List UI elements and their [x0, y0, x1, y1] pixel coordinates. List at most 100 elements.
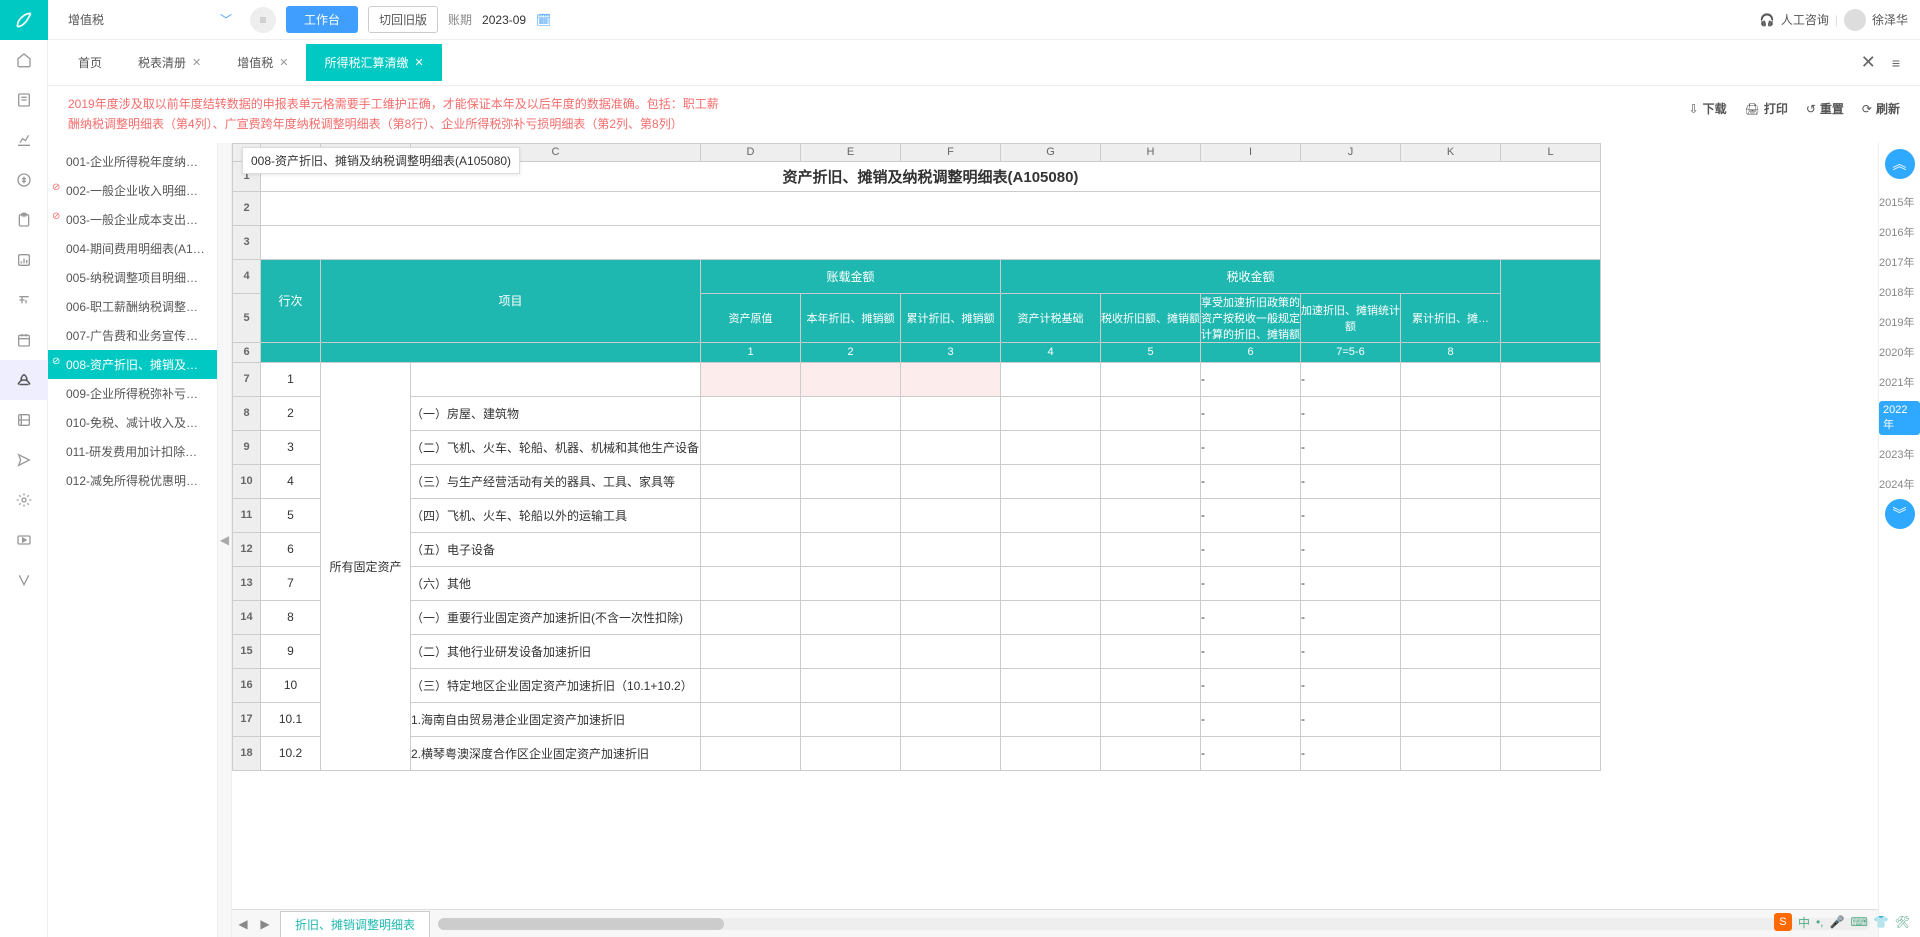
nav-doc-icon[interactable]	[0, 80, 48, 120]
cell[interactable]	[801, 498, 901, 532]
cell[interactable]	[1001, 498, 1101, 532]
sheet-nav-prev[interactable]: ▶	[254, 917, 276, 931]
cell[interactable]	[1001, 600, 1101, 634]
cell-rownum[interactable]: 9	[261, 634, 321, 668]
cell[interactable]: -	[1201, 668, 1301, 702]
period-value[interactable]: 2023-09	[482, 13, 526, 27]
col-header[interactable]: H	[1101, 143, 1201, 161]
h-scrollbar[interactable]	[438, 918, 1870, 930]
cell[interactable]	[1401, 566, 1501, 600]
tab-税表清册[interactable]: 税表清册✕	[120, 44, 219, 81]
cell[interactable]: -	[1201, 362, 1301, 396]
spreadsheet[interactable]: ABCDEFGHIJKL1资产折旧、摊销及纳税调整明细表(A105080)234…	[232, 143, 1878, 909]
nav-chart-icon[interactable]	[0, 120, 48, 160]
cell[interactable]	[701, 532, 801, 566]
avatar[interactable]	[1844, 9, 1866, 31]
cell[interactable]	[801, 362, 901, 396]
cell[interactable]: -	[1201, 702, 1301, 736]
cell[interactable]	[901, 532, 1001, 566]
list-item[interactable]: 002-一般企业收入明细表(A1…	[48, 176, 217, 205]
cell[interactable]	[1101, 396, 1201, 430]
cell[interactable]	[1001, 532, 1101, 566]
cell[interactable]	[901, 736, 1001, 770]
ime-keyboard-icon[interactable]: ⌨	[1850, 915, 1867, 929]
cell[interactable]: -	[1201, 430, 1301, 464]
col-header[interactable]: G	[1001, 143, 1101, 161]
cell[interactable]	[1001, 362, 1101, 396]
col-header[interactable]: K	[1401, 143, 1501, 161]
cell[interactable]	[1101, 736, 1201, 770]
col-header[interactable]: F	[901, 143, 1001, 161]
cell-item[interactable]: （一）房屋、建筑物	[411, 396, 701, 430]
cell[interactable]	[1001, 430, 1101, 464]
cell[interactable]: -	[1301, 634, 1401, 668]
cell[interactable]: -	[1201, 600, 1301, 634]
cell[interactable]	[1401, 396, 1501, 430]
year-up-icon[interactable]: ︽	[1885, 149, 1915, 179]
nav-settings-icon[interactable]	[0, 480, 48, 520]
cell[interactable]	[1101, 362, 1201, 396]
col-header[interactable]: D	[701, 143, 801, 161]
cell[interactable]: -	[1301, 498, 1401, 532]
year-2023年[interactable]: 2023年	[1879, 439, 1920, 469]
cell[interactable]: -	[1301, 532, 1401, 566]
cell[interactable]	[701, 396, 801, 430]
year-2019年[interactable]: 2019年	[1879, 307, 1920, 337]
cell[interactable]	[1401, 464, 1501, 498]
menu-icon[interactable]: ≡	[1884, 55, 1908, 71]
calendar-icon[interactable]: 🗓	[536, 13, 551, 27]
col-header[interactable]: I	[1201, 143, 1301, 161]
cell-item[interactable]: （一）重要行业固定资产加速折旧(不含一次性扣除)	[411, 600, 701, 634]
cell[interactable]	[1101, 566, 1201, 600]
cell[interactable]	[701, 702, 801, 736]
list-item[interactable]: 008-资产折旧、摊销及纳税…	[48, 350, 217, 379]
cell[interactable]	[1101, 464, 1201, 498]
close-icon[interactable]: ✕	[192, 56, 201, 69]
ime-tool-icon[interactable]: 🛠	[1895, 915, 1910, 929]
cell-rownum[interactable]: 2	[261, 396, 321, 430]
cell[interactable]: -	[1301, 668, 1401, 702]
workbench-button[interactable]: 工作台	[286, 6, 358, 33]
cell-item[interactable]: 1.海南自由贸易港企业固定资产加速折旧	[411, 702, 701, 736]
year-2021年[interactable]: 2021年	[1879, 367, 1920, 397]
cell[interactable]	[1001, 668, 1101, 702]
list-item[interactable]: 011-研发费用加计扣除优惠…	[48, 437, 217, 466]
cell[interactable]	[901, 498, 1001, 532]
cell[interactable]	[1101, 498, 1201, 532]
cell-rownum[interactable]: 1	[261, 362, 321, 396]
nav-calendar-icon[interactable]	[0, 320, 48, 360]
nav-report-icon[interactable]	[0, 240, 48, 280]
tab-所得税汇算清缴[interactable]: 所得税汇算清缴✕	[306, 44, 441, 81]
ime-skin-icon[interactable]: 👕	[1874, 915, 1889, 929]
col-header[interactable]: L	[1501, 143, 1601, 161]
cell[interactable]	[901, 702, 1001, 736]
nav-tax-icon[interactable]	[0, 360, 48, 400]
list-item[interactable]: 006-职工薪酬纳税调整明细…	[48, 292, 217, 321]
cell[interactable]	[1001, 566, 1101, 600]
cell[interactable]	[801, 634, 901, 668]
ime-mic-icon[interactable]: 🎤	[1830, 915, 1845, 929]
cell[interactable]	[701, 634, 801, 668]
tab-首页[interactable]: 首页	[60, 44, 120, 81]
list-item[interactable]: 005-纳税调整项目明细表(A1…	[48, 263, 217, 292]
cell[interactable]	[1401, 600, 1501, 634]
cell[interactable]	[1101, 430, 1201, 464]
cell[interactable]	[801, 396, 901, 430]
cell[interactable]: -	[1201, 498, 1301, 532]
cell[interactable]	[701, 498, 801, 532]
cell[interactable]	[701, 566, 801, 600]
cell[interactable]: -	[1201, 532, 1301, 566]
cell[interactable]	[801, 430, 901, 464]
ime-lang[interactable]: 中	[1798, 914, 1810, 931]
cell[interactable]: -	[1201, 396, 1301, 430]
cell[interactable]	[901, 600, 1001, 634]
nav-archive-icon[interactable]	[0, 400, 48, 440]
switch-old-button[interactable]: 切回旧版	[368, 6, 438, 33]
cell[interactable]	[901, 668, 1001, 702]
cell[interactable]	[801, 464, 901, 498]
list-item[interactable]: 004-期间费用明细表(A1040…	[48, 234, 217, 263]
cell[interactable]	[1001, 736, 1101, 770]
company-dropdown[interactable]: 增值税 ﹀	[60, 7, 240, 32]
cell[interactable]: -	[1301, 430, 1401, 464]
cell-item[interactable]: （二）飞机、火车、轮船、机器、机械和其他生产设备	[411, 430, 701, 464]
